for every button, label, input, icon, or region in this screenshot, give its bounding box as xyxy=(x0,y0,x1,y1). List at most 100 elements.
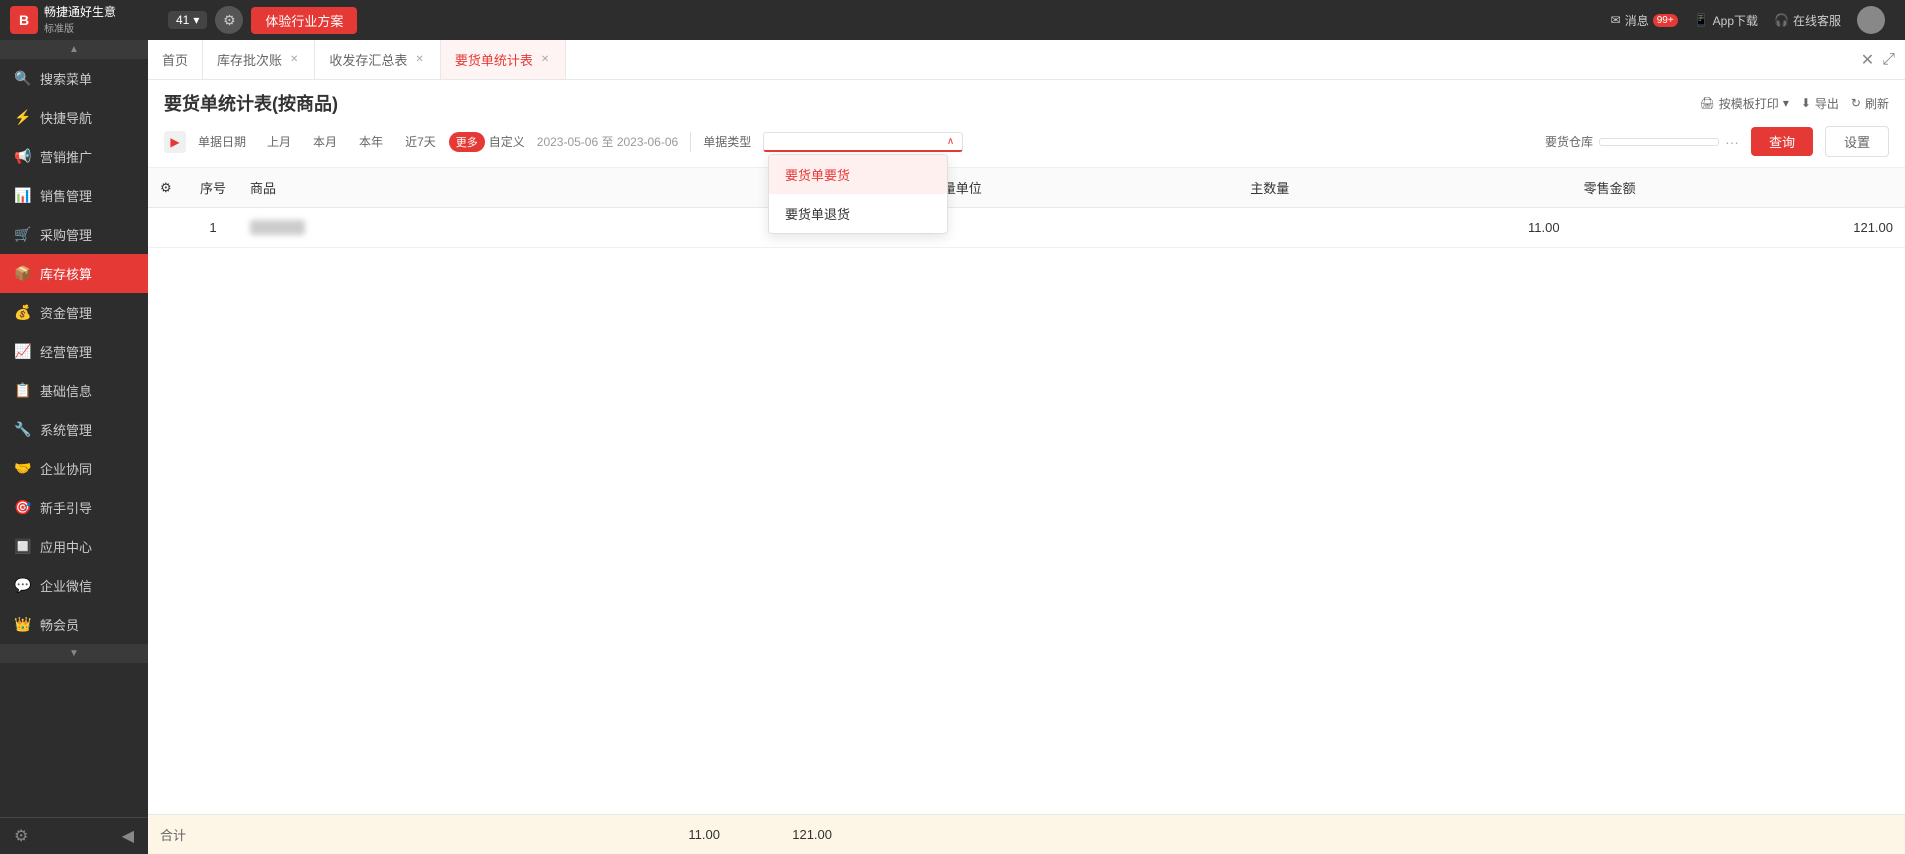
date-prev-month-btn[interactable]: 上月 xyxy=(258,130,300,153)
filter-bar: ▶ 单据日期 上月 本月 本年 近7天 更多 自定义 2023-05-06 至 … xyxy=(148,116,1905,168)
tab-requisition-stat[interactable]: 要货单统计表 ✕ xyxy=(441,40,566,79)
sidebar-item-label: 资金管理 xyxy=(40,303,92,322)
sidebar-item-marketing[interactable]: 📢 营销推广 xyxy=(0,137,148,176)
type-filter-dropdown: 要货单要货 要货单退货 xyxy=(768,154,948,234)
sidebar-settings-icon[interactable]: ⚙ xyxy=(14,826,28,846)
sidebar-bottom: ⚙ ◀ xyxy=(0,817,148,854)
sidebar-item-finance[interactable]: 💰 资金管理 xyxy=(0,293,148,332)
branch-selector[interactable]: 41 ▾ xyxy=(168,11,207,29)
export-icon: ⬇ xyxy=(1801,96,1811,110)
filter-more-icon[interactable]: ··· xyxy=(1725,134,1739,150)
sidebar-item-sales[interactable]: 📊 销售管理 xyxy=(0,176,148,215)
sidebar-item-inventory[interactable]: 📦 库存核算 xyxy=(0,254,148,293)
tab-inventory-batch-close[interactable]: ✕ xyxy=(288,52,300,67)
tab-stock-summary[interactable]: 收发存汇总表 ✕ xyxy=(315,40,440,79)
sidebar-scroll-down[interactable]: ▼ xyxy=(0,644,148,663)
tab-stock-summary-label: 收发存汇总表 xyxy=(329,50,407,69)
sidebar-item-app-center[interactable]: 🔲 应用中心 xyxy=(0,527,148,566)
sidebar-item-shortcut[interactable]: ⚡ 快捷导航 xyxy=(0,98,148,137)
page-title-actions: 🖨 按模板打印 ▾ ⬇ 导出 ↻ 刷新 xyxy=(1700,95,1889,112)
sidebar-scroll-up[interactable]: ▲ xyxy=(0,40,148,59)
row-amount: 121.00 xyxy=(1572,208,1905,248)
page-title-bar: 要货单统计表(按商品) 🖨 按模板打印 ▾ ⬇ 导出 ↻ 刷新 xyxy=(148,80,1905,116)
sidebar-item-system[interactable]: 🔧 系统管理 xyxy=(0,410,148,449)
sidebar-item-label: 系统管理 xyxy=(40,420,92,439)
refresh-label: 刷新 xyxy=(1865,95,1889,112)
industry-btn[interactable]: 体验行业方案 xyxy=(251,7,357,34)
filter-expand-button[interactable]: ▶ xyxy=(164,131,186,153)
sidebar-item-wechat[interactable]: 💬 企业微信 xyxy=(0,566,148,605)
logo-icon: B xyxy=(10,6,38,34)
tab-stock-summary-close[interactable]: ✕ xyxy=(413,52,425,67)
sidebar-item-label: 基础信息 xyxy=(40,381,92,400)
warehouse-filter-group: 要货仓库 ··· xyxy=(1545,133,1739,150)
purchase-icon: 🛒 xyxy=(14,226,32,244)
header-right: ✉ 消息 99+ 📱 App下载 🎧 在线客服 xyxy=(1611,6,1895,34)
print-template-button[interactable]: 🖨 按模板打印 ▾ xyxy=(1700,95,1789,112)
tab-home[interactable]: 首页 xyxy=(148,40,203,79)
system-icon: 🔧 xyxy=(14,421,32,439)
table-header-amount: 零售金额 xyxy=(1572,168,1905,208)
tab-bar: 首页 库存批次账 ✕ 收发存汇总表 ✕ 要货单统计表 ✕ ✕ ⤢ xyxy=(148,40,1905,80)
table-wrapper: ⚙ 序号 商品 主计量单位 主数量 零售金额 1 xyxy=(148,168,1905,814)
date-more-btn[interactable]: 更多 xyxy=(449,132,485,152)
date-custom-btn[interactable]: 自定义 xyxy=(489,133,525,150)
date-year-btn[interactable]: 本年 xyxy=(350,130,392,153)
summary-row: 合计 11.00 121.00 xyxy=(148,814,1905,854)
date-cur-month-btn[interactable]: 本月 xyxy=(304,130,346,153)
sidebar-item-label: 应用中心 xyxy=(40,537,92,556)
tab-inventory-batch[interactable]: 库存批次账 ✕ xyxy=(203,40,315,79)
sidebar-item-search[interactable]: 🔍 搜索菜单 xyxy=(0,59,148,98)
sidebar-item-purchase[interactable]: 🛒 采购管理 xyxy=(0,215,148,254)
summary-amount: 121.00 xyxy=(732,827,832,842)
tab-close-all-icon[interactable]: ✕ xyxy=(1861,50,1874,70)
print-template-icon: 🖨 xyxy=(1700,96,1715,110)
app-download-button[interactable]: 📱 App下载 xyxy=(1694,12,1758,29)
tab-inventory-batch-label: 库存批次账 xyxy=(217,50,282,69)
date-filter-group: 上月 本月 本年 近7天 更多 自定义 xyxy=(258,130,525,153)
export-button[interactable]: ⬇ 导出 xyxy=(1801,95,1839,112)
sidebar-item-label: 采购管理 xyxy=(40,225,92,244)
sidebar-item-guide[interactable]: 🎯 新手引导 xyxy=(0,488,148,527)
header-settings-button[interactable]: ⚙ xyxy=(215,6,243,34)
refresh-button[interactable]: ↻ 刷新 xyxy=(1851,95,1889,112)
table-header-settings[interactable]: ⚙ xyxy=(148,168,188,208)
sidebar-item-operations[interactable]: 📈 经营管理 xyxy=(0,332,148,371)
table-header-no: 序号 xyxy=(188,168,238,208)
sidebar-collapse-icon[interactable]: ◀ xyxy=(122,826,134,846)
sidebar-item-label: 企业微信 xyxy=(40,576,92,595)
sidebar-item-enterprise[interactable]: 🤝 企业协同 xyxy=(0,449,148,488)
enterprise-icon: 🤝 xyxy=(14,460,32,478)
top-header: B 畅捷通好生意 标准版 41 ▾ ⚙ 体验行业方案 ✉ 消息 99+ 📱 Ap… xyxy=(0,0,1905,40)
setup-button[interactable]: 设置 xyxy=(1825,126,1889,157)
message-button[interactable]: ✉ 消息 99+ xyxy=(1611,12,1678,29)
tab-requisition-stat-close[interactable]: ✕ xyxy=(539,52,551,67)
user-avatar[interactable] xyxy=(1857,6,1885,34)
row-qty: 11.00 xyxy=(1238,208,1571,248)
print-template-label: 按模板打印 xyxy=(1719,95,1779,112)
date-week-btn[interactable]: 近7天 xyxy=(396,130,445,153)
sidebar-item-member[interactable]: 👑 畅会员 xyxy=(0,605,148,644)
query-button[interactable]: 查询 xyxy=(1751,127,1813,156)
branch-arrow-icon: ▾ xyxy=(193,13,199,27)
warehouse-filter-input[interactable] xyxy=(1599,138,1719,146)
content-area: 首页 库存批次账 ✕ 收发存汇总表 ✕ 要货单统计表 ✕ ✕ ⤢ 要 xyxy=(148,40,1905,854)
logo-area: B 畅捷通好生意 标准版 xyxy=(10,5,158,34)
tab-home-label: 首页 xyxy=(162,50,188,69)
dropdown-item-requisition[interactable]: 要货单要货 xyxy=(769,155,947,194)
app-download-label: App下载 xyxy=(1713,12,1758,29)
marketing-icon: 📢 xyxy=(14,148,32,166)
search-icon: 🔍 xyxy=(14,70,32,88)
row-product-text: ██████ xyxy=(250,220,305,235)
basic-icon: 📋 xyxy=(14,382,32,400)
message-badge: 99+ xyxy=(1653,14,1678,27)
app-download-icon: 📱 xyxy=(1694,13,1709,27)
online-service-button[interactable]: 🎧 在线客服 xyxy=(1774,12,1841,29)
operations-icon: 📈 xyxy=(14,343,32,361)
sidebar-item-label: 库存核算 xyxy=(40,264,92,283)
tab-expand-icon[interactable]: ⤢ xyxy=(1882,51,1895,69)
dropdown-item-return[interactable]: 要货单退货 xyxy=(769,194,947,233)
type-filter-select[interactable]: ∧ xyxy=(763,132,963,152)
header-center: 41 ▾ ⚙ 体验行业方案 xyxy=(158,6,1611,34)
sidebar-item-basic[interactable]: 📋 基础信息 xyxy=(0,371,148,410)
